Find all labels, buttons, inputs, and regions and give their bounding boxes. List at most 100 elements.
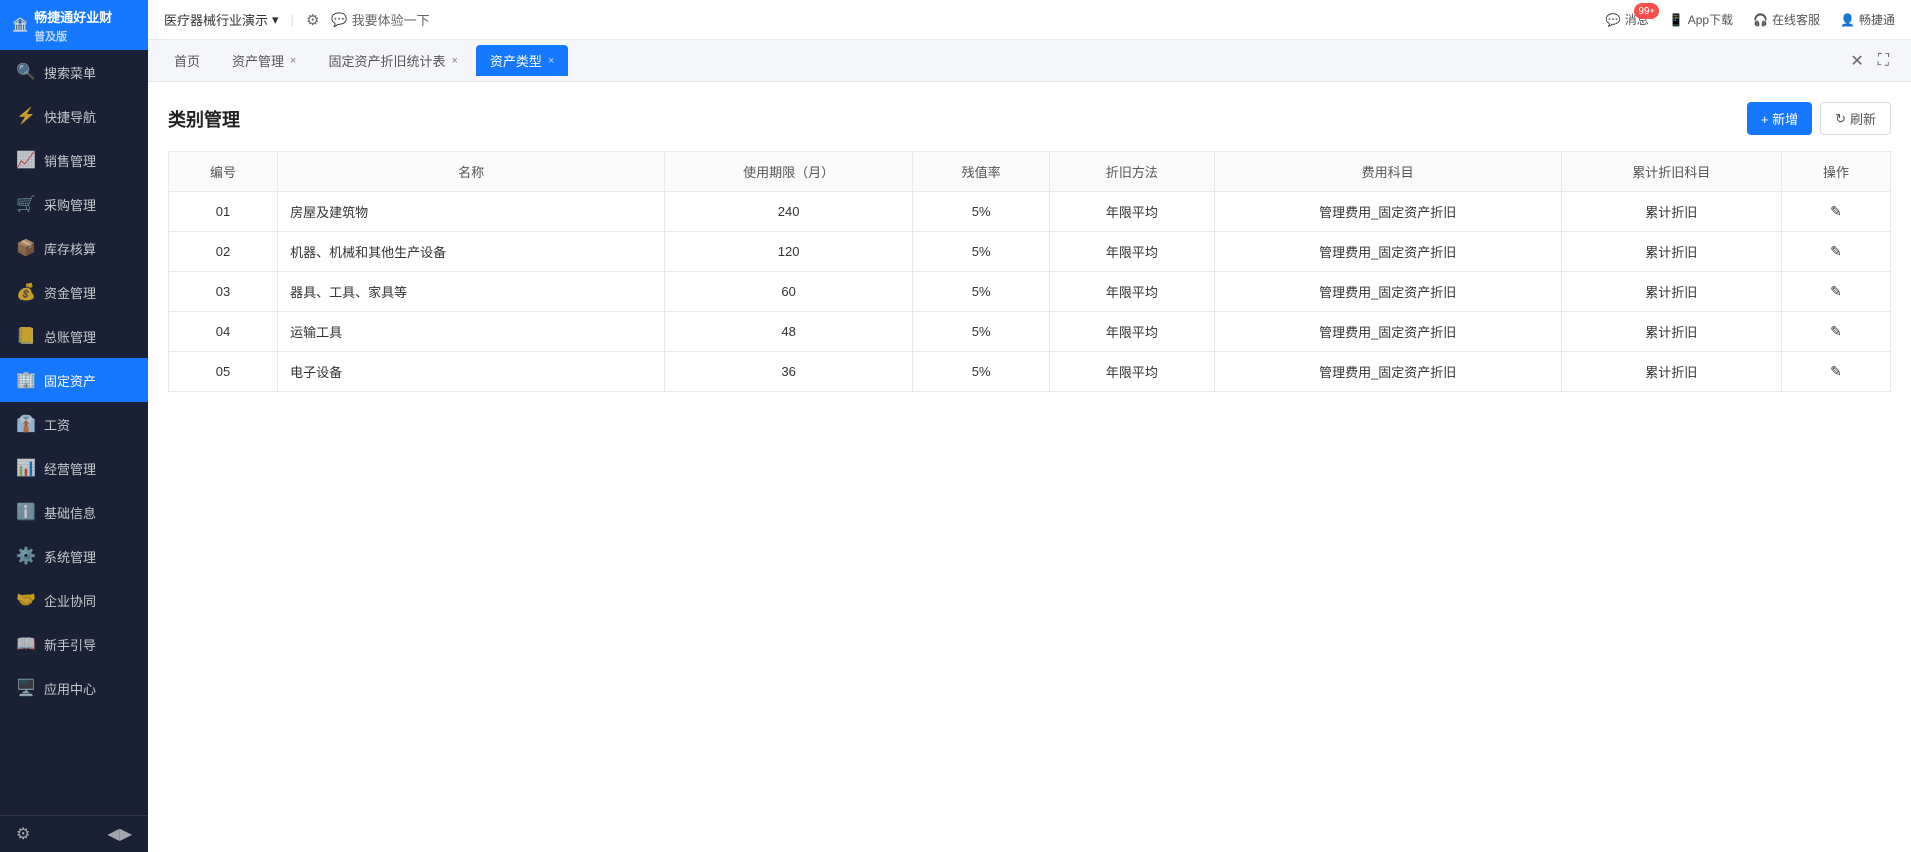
industry-selector[interactable]: 医疗器械行业演示 ▾ [164,10,279,29]
sidebar-item-purchase[interactable]: 🛒 采购管理 [0,182,148,226]
sidebar-icon-search: 🔍 [16,62,34,82]
table-row: 05电子设备365%年限平均管理费用_固定资产折旧累计折旧✎ [169,352,1891,392]
sidebar-icon-basic-info: ℹ️ [16,502,34,522]
edit-button-3[interactable]: ✎ [1781,312,1890,352]
topbar-right: 💬 消息 99+ 📱 App下载 🎧 在线客服 👤 畅捷通 [1606,11,1895,28]
cell-3-name: 运输工具 [278,312,665,352]
cell-4-accumulated: 累计折旧 [1561,352,1781,392]
cell-4-period: 36 [665,352,913,392]
tab-close-2[interactable]: × [451,55,457,67]
sidebar-icon-capital: 💰 [16,282,34,302]
table-row: 04运输工具485%年限平均管理费用_固定资产折旧累计折旧✎ [169,312,1891,352]
sidebar-icon-cooperation: 🤝 [16,590,34,610]
tab-3[interactable]: 资产类型× [476,45,568,76]
cell-1-id: 02 [169,232,278,272]
col-header-1: 名称 [278,152,665,192]
message-button[interactable]: 💬 消息 99+ [1606,11,1649,28]
edit-button-4[interactable]: ✎ [1781,352,1890,392]
cell-0-id: 01 [169,192,278,232]
app-logo: 🏦 畅捷通好业财 普及版 [0,0,148,50]
user-avatar-icon: 👤 [1840,13,1855,27]
sidebar-label-app-center: 应用中心 [44,679,96,698]
sidebar-item-sales[interactable]: 📈 销售管理 [0,138,148,182]
cell-3-method: 年限平均 [1050,312,1215,352]
col-header-3: 残值率 [913,152,1050,192]
sidebar-label-search: 搜索菜单 [44,63,96,82]
sidebar-item-operation[interactable]: 📊 经营管理 [0,446,148,490]
user-profile-button[interactable]: 👤 畅捷通 [1840,11,1895,28]
tab-close-1[interactable]: × [290,55,296,67]
col-header-6: 累计折旧科目 [1561,152,1781,192]
sidebar-item-guide[interactable]: 📖 新手引导 [0,622,148,666]
topbar-gear-icon[interactable]: ⚙ [306,11,319,29]
sidebar-item-inventory[interactable]: 📦 库存核算 [0,226,148,270]
username-label: 畅捷通 [1859,11,1895,28]
sidebar-label-basic-info: 基础信息 [44,503,96,522]
sidebar-item-fixed-assets[interactable]: 🏢 固定资产 [0,358,148,402]
sidebar-item-ledger[interactable]: 📒 总账管理 [0,314,148,358]
asset-type-table: 编号名称使用期限（月）残值率折旧方法费用科目累计折旧科目操作 01房屋及建筑物2… [168,151,1891,392]
refresh-button[interactable]: ↻ 刷新 [1820,102,1891,135]
cell-0-residual: 5% [913,192,1050,232]
cell-1-name: 机器、机械和其他生产设备 [278,232,665,272]
collapse-icon[interactable]: ◀▶ [107,824,132,844]
page-title: 类别管理 [168,106,240,132]
sidebar-item-capital[interactable]: 💰 资金管理 [0,270,148,314]
cell-2-expense: 管理费用_固定资产折旧 [1214,272,1561,312]
tab-0[interactable]: 首页 [160,45,214,76]
cell-3-accumulated: 累计折旧 [1561,312,1781,352]
app-download-button[interactable]: 📱 App下载 [1669,11,1733,28]
sidebar-item-search[interactable]: 🔍 搜索菜单 [0,50,148,94]
customer-service-button[interactable]: 🎧 在线客服 [1753,11,1820,28]
close-window-button[interactable]: ✕ [1844,49,1869,73]
sidebar-item-quick-nav[interactable]: ⚡ 快捷导航 [0,94,148,138]
headset-icon: 🎧 [1753,13,1768,27]
sidebar-icon-operation: 📊 [16,458,34,478]
cell-3-period: 48 [665,312,913,352]
sidebar-item-cooperation[interactable]: 🤝 企业协同 [0,578,148,622]
app-download-label: App下载 [1688,11,1733,28]
page-container: 类别管理 + 新增 ↻ 刷新 编号名称使用期限（月）残值率折旧方法费用科目累计折… [148,82,1911,852]
cell-4-id: 05 [169,352,278,392]
sidebar-label-ledger: 总账管理 [44,327,96,346]
cell-4-name: 电子设备 [278,352,665,392]
edit-button-2[interactable]: ✎ [1781,272,1890,312]
cell-2-method: 年限平均 [1050,272,1215,312]
sidebar-icon-sales: 📈 [16,150,34,170]
sidebar-label-sales: 销售管理 [44,151,96,170]
sidebar-icon-inventory: 📦 [16,238,34,258]
tab-1[interactable]: 资产管理 × [218,45,310,76]
cell-1-method: 年限平均 [1050,232,1215,272]
table-row: 03器具、工具、家具等605%年限平均管理费用_固定资产折旧累计折旧✎ [169,272,1891,312]
cell-0-name: 房屋及建筑物 [278,192,665,232]
sidebar-item-app-center[interactable]: 🖥️ 应用中心 [0,666,148,710]
sidebar-icon-guide: 📖 [16,634,34,654]
industry-label: 医疗器械行业演示 [164,10,268,29]
sidebar-item-basic-info[interactable]: ℹ️ 基础信息 [0,490,148,534]
app-name: 畅捷通好业财 [34,7,112,26]
cell-2-period: 60 [665,272,913,312]
edit-button-0[interactable]: ✎ [1781,192,1890,232]
cell-0-accumulated: 累计折旧 [1561,192,1781,232]
tab-label-2: 固定资产折旧统计表 [328,51,445,70]
new-button[interactable]: + 新增 [1747,102,1812,135]
sidebar: 🏦 畅捷通好业财 普及版 🔍 搜索菜单 ⚡ 快捷导航 📈 销售管理 🛒 采购管理… [0,0,148,852]
tab-label-1: 资产管理 [232,51,284,70]
sidebar-nav: 🔍 搜索菜单 ⚡ 快捷导航 📈 销售管理 🛒 采购管理 📦 库存核算 💰 资金管… [0,50,148,815]
dropdown-icon: ▾ [272,12,279,28]
experience-button[interactable]: 💬 我要体验一下 [331,10,429,29]
sidebar-label-capital: 资金管理 [44,283,96,302]
maximize-window-button[interactable]: ⛶ [1872,49,1895,73]
col-header-2: 使用期限（月） [665,152,913,192]
sidebar-footer: ⚙ ◀▶ [0,815,148,852]
tab-close-3[interactable]: × [548,55,554,67]
customer-service-label: 在线客服 [1772,11,1820,28]
col-header-4: 折旧方法 [1050,152,1215,192]
settings-icon[interactable]: ⚙ [16,824,30,844]
sidebar-icon-purchase: 🛒 [16,194,34,214]
sidebar-item-system[interactable]: ⚙️ 系统管理 [0,534,148,578]
sidebar-item-salary[interactable]: 👔 工资 [0,402,148,446]
app-download-icon: 📱 [1669,13,1684,27]
edit-button-1[interactable]: ✎ [1781,232,1890,272]
tab-2[interactable]: 固定资产折旧统计表 × [314,45,471,76]
